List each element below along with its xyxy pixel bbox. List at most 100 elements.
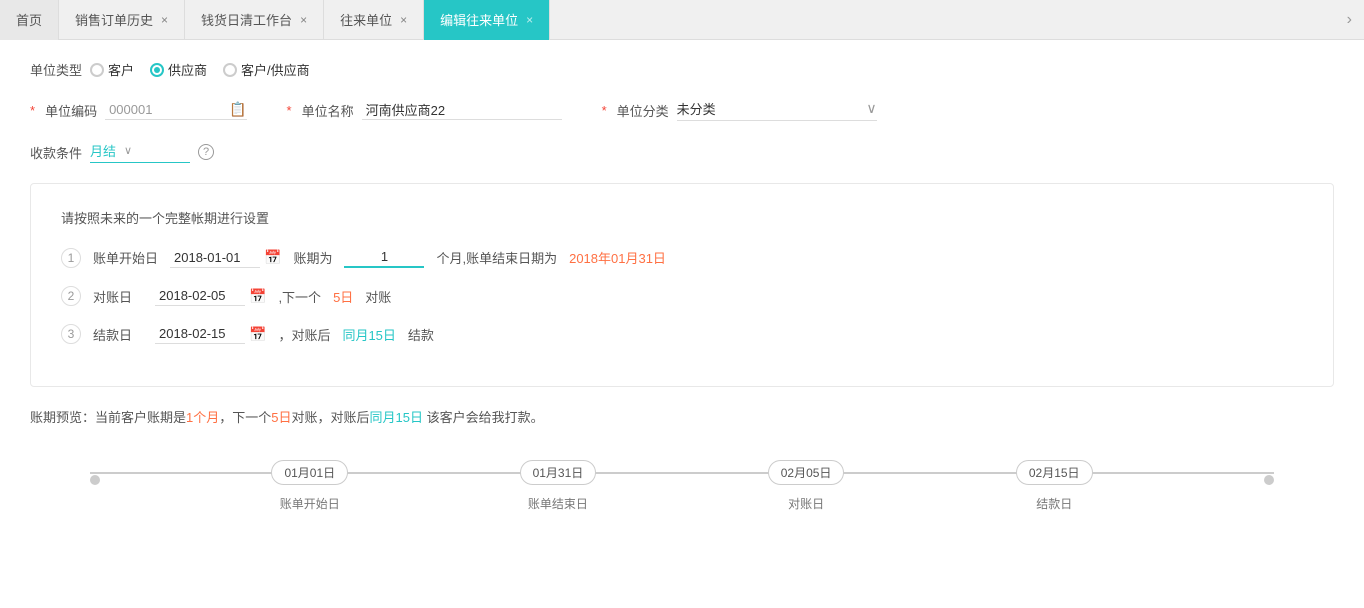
tab-sales-history-close[interactable]: × [161, 13, 168, 27]
timeline-label-1: 账单开始日 [280, 495, 340, 512]
payment-help-icon[interactable]: ? [198, 144, 214, 160]
radio-supplier-label: 供应商 [168, 60, 207, 79]
tab-partner[interactable]: 往来单位 × [324, 0, 424, 40]
period-desc-2b: 对账 [365, 287, 391, 306]
timeline-node-2: 01月31日 账单结束日 [520, 460, 597, 512]
preview-text: 账期预览：当前客户账期是1个月，下一个5日对账，对账后同月15日 该客户会给我打… [30, 407, 1334, 426]
tab-partner-close[interactable]: × [400, 13, 407, 27]
radio-both[interactable]: 客户/供应商 [223, 60, 310, 79]
timeline-badge-3: 02月05日 [768, 460, 845, 485]
radio-both-label: 客户/供应商 [241, 60, 310, 79]
code-name-row: * 单位编码 📋 * 单位名称 * 单位分类 未分类 ∨ [30, 99, 1334, 121]
unit-type-label: 单位类型 [30, 60, 82, 79]
category-dropdown[interactable]: 未分类 ∨ [677, 99, 877, 121]
preview-day: 5日 [271, 410, 291, 425]
timeline-label-2: 账单结束日 [528, 495, 588, 512]
code-group: * 单位编码 📋 [30, 100, 247, 120]
payment-dropdown-arrow-icon: ∨ [124, 144, 132, 157]
code-input[interactable] [105, 100, 225, 119]
name-group: * 单位名称 [287, 100, 562, 120]
tab-sales-history[interactable]: 销售订单历史 × [59, 0, 185, 40]
preview-sep2: 对账，对账后 [292, 410, 370, 425]
tabs-next-arrow[interactable]: › [1335, 11, 1364, 29]
unit-type-row: 单位类型 客户 供应商 客户/供应商 [30, 60, 1334, 79]
category-group: * 单位分类 未分类 ∨ [602, 99, 877, 121]
payment-label: 收款条件 [30, 143, 82, 162]
period-row-1: 1 账单开始日 2018-01-01 📅 账期为 个月,账单结束日期为 2018… [61, 247, 1303, 268]
period-desc-suffix-1: 个月,账单结束日期为 [436, 248, 557, 267]
name-input[interactable] [362, 100, 562, 120]
date-input-group-1: 2018-01-01 📅 [170, 248, 281, 268]
period-num-2: 2 [61, 286, 81, 306]
date-input-group-3: 2018-02-15 📅 [155, 324, 266, 344]
timeline-node-4: 02月15日 结款日 [1016, 460, 1093, 512]
code-calendar-icon[interactable]: 📋 [229, 101, 246, 118]
period-months-input[interactable] [344, 247, 424, 268]
tab-cash-work[interactable]: 钱货日清工作台 × [185, 0, 324, 40]
tab-sales-history-label: 销售订单历史 [75, 10, 153, 29]
timeline-badge-2: 01月31日 [520, 460, 597, 485]
radio-group-unit-type: 客户 供应商 客户/供应商 [90, 60, 310, 79]
radio-customer[interactable]: 客户 [90, 60, 134, 79]
code-label: 单位编码 [45, 101, 97, 120]
payment-value: 月结 [90, 141, 116, 160]
timeline-badge-1: 01月01日 [271, 460, 348, 485]
period-row-2: 2 对账日 2018-02-05 📅 ,下一个 5日 对账 [61, 286, 1303, 306]
period-field-label-2: 对账日 [93, 287, 143, 306]
period-desc-3a: ，对账后 [278, 325, 330, 344]
tab-cash-work-label: 钱货日清工作台 [201, 10, 292, 29]
period-desc-2a: ,下一个 [278, 287, 321, 306]
timeline-start [90, 475, 100, 485]
category-value: 未分类 [677, 99, 863, 118]
period-next-day-highlight: 5日 [333, 287, 353, 306]
timeline-node-3: 02月05日 对账日 [768, 460, 845, 512]
timeline-end [1264, 475, 1274, 485]
preview-suffix: 该客户会给我打款。 [423, 410, 544, 425]
timeline-end-dot [1264, 475, 1274, 485]
unit-type-group: 单位类型 客户 供应商 客户/供应商 [30, 60, 310, 79]
category-dropdown-arrow-icon: ∨ [866, 100, 876, 117]
period-end-date-highlight: 2018年01月31日 [569, 248, 666, 267]
timeline-node-1: 01月01日 账单开始日 [271, 460, 348, 512]
preview-label: 账期预览：当前客户账期是 [30, 410, 186, 425]
category-label: 单位分类 [617, 101, 669, 120]
code-input-wrapper: 📋 [105, 100, 246, 120]
payment-group: 收款条件 月结 ∨ ? [30, 141, 214, 163]
name-label: 单位名称 [302, 101, 354, 120]
tab-home-label: 首页 [16, 10, 42, 29]
radio-supplier[interactable]: 供应商 [150, 60, 207, 79]
radio-both-circle [223, 63, 237, 77]
preview-settle: 同月15日 [370, 410, 423, 425]
tabs-bar: 首页 销售订单历史 × 钱货日清工作台 × 往来单位 × 编辑往来单位 × › [0, 0, 1364, 40]
tab-cash-work-close[interactable]: × [300, 13, 307, 27]
payment-dropdown[interactable]: 月结 ∨ [90, 141, 190, 163]
tab-edit-partner-close[interactable]: × [526, 13, 533, 27]
timeline: 01月01日 账单开始日 01月31日 账单结束日 02月05日 对账日 02月… [30, 450, 1334, 552]
timeline-badge-4: 02月15日 [1016, 460, 1093, 485]
category-required-star: * [602, 103, 607, 118]
period-field-label-3: 结款日 [93, 325, 143, 344]
radio-customer-circle [90, 63, 104, 77]
preview-sep1: ，下一个 [219, 410, 271, 425]
payment-row: 收款条件 月结 ∨ ? [30, 141, 1334, 163]
date-calendar-icon-2[interactable]: 📅 [249, 288, 266, 305]
name-required-star: * [287, 103, 292, 118]
date-calendar-icon-3[interactable]: 📅 [249, 326, 266, 343]
period-hint: 请按照未来的一个完整帐期进行设置 [61, 208, 1303, 227]
period-num-1: 1 [61, 248, 81, 268]
date-input-val-1: 2018-01-01 [170, 248, 260, 268]
tab-edit-partner[interactable]: 编辑往来单位 × [424, 0, 550, 40]
period-field-label-1: 账单开始日 [93, 248, 158, 267]
timeline-start-dot [90, 475, 100, 485]
radio-customer-label: 客户 [108, 60, 134, 79]
tab-edit-partner-label: 编辑往来单位 [440, 10, 518, 29]
date-input-val-2: 2018-02-05 [155, 286, 245, 306]
date-input-group-2: 2018-02-05 📅 [155, 286, 266, 306]
radio-supplier-circle [150, 63, 164, 77]
tab-home[interactable]: 首页 [0, 0, 59, 40]
period-same-month-highlight: 同月15日 [342, 325, 395, 344]
period-desc-prefix-1: 账期为 [293, 248, 332, 267]
date-calendar-icon-1[interactable]: 📅 [264, 249, 281, 266]
period-card: 请按照未来的一个完整帐期进行设置 1 账单开始日 2018-01-01 📅 账期… [30, 183, 1334, 387]
timeline-label-3: 对账日 [788, 495, 824, 512]
